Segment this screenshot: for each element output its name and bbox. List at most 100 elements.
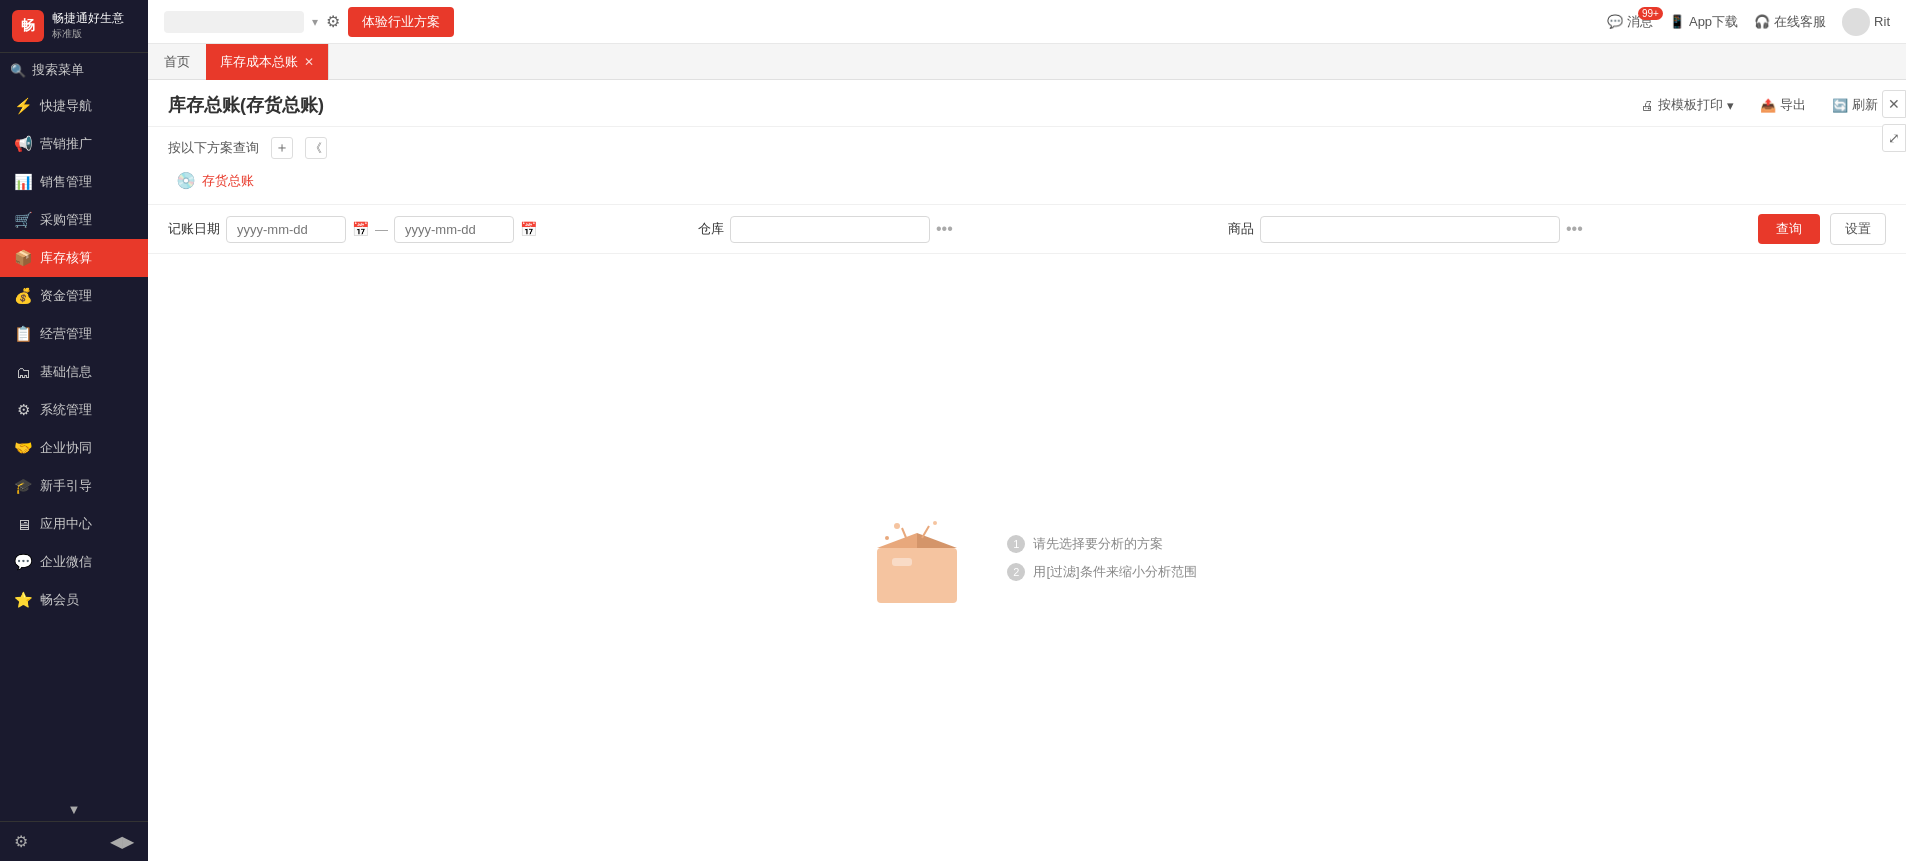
sidebar-item-basic[interactable]: 🗂 基础信息 [0, 353, 148, 391]
wechat-icon: 💬 [14, 553, 32, 571]
sidebar-item-purchase[interactable]: 🛒 采购管理 [0, 201, 148, 239]
date-label: 记账日期 [168, 220, 220, 238]
product-input[interactable] [1260, 216, 1560, 243]
expand-panel-btn[interactable]: ⤢ [1882, 124, 1906, 152]
date-from-calendar-icon[interactable]: 📅 [352, 221, 369, 237]
product-field-group: 商品 ••• [1228, 216, 1748, 243]
product-label: 商品 [1228, 220, 1254, 238]
sidebar-item-corp[interactable]: 🤝 企业协同 [0, 429, 148, 467]
phone-icon: 📱 [1669, 14, 1685, 29]
sidebar-item-label: 营销推广 [40, 135, 92, 153]
refresh-label: 刷新 [1852, 96, 1878, 114]
close-panel-btn[interactable]: ✕ [1882, 90, 1906, 118]
logo-text-block: 畅捷通好生意 标准版 [52, 11, 124, 41]
sidebar-item-label: 企业协同 [40, 439, 92, 457]
corp-icon: 🤝 [14, 439, 32, 457]
date-from-input[interactable] [226, 216, 346, 243]
user-menu[interactable]: Rit [1842, 8, 1890, 36]
online-service-action[interactable]: 🎧 在线客服 [1754, 13, 1826, 31]
filter-collapse-btn[interactable]: 《 [305, 137, 327, 159]
filter-schemes-row: 💿 存货总账 [168, 167, 1886, 194]
date-field-group: 记账日期 📅 — 📅 [168, 216, 688, 243]
tab-inventory-ledger[interactable]: 库存成本总账 ✕ [206, 44, 329, 80]
sidebar-item-label: 新手引导 [40, 477, 92, 495]
industry-btn[interactable]: 体验行业方案 [348, 7, 454, 37]
sidebar-item-finance[interactable]: 💰 资金管理 [0, 277, 148, 315]
chevron-down-icon[interactable]: ▾ [312, 15, 318, 29]
product-more-btn[interactable]: ••• [1566, 220, 1583, 238]
sidebar-item-label: 基础信息 [40, 363, 92, 381]
tab-home[interactable]: 首页 [148, 44, 206, 80]
warehouse-input[interactable] [730, 216, 930, 243]
empty-tips: 1 请先选择要分析的方案 2 用[过滤]条件来缩小分析范围 [1007, 535, 1196, 581]
warehouse-label: 仓库 [698, 220, 724, 238]
filter-top: 按以下方案查询 ＋ 《 [168, 137, 1886, 159]
svg-marker-1 [877, 533, 917, 548]
tab-label: 库存成本总账 [220, 53, 298, 71]
sidebar-item-apps[interactable]: 🖥 应用中心 [0, 505, 148, 543]
print-btn[interactable]: 🖨 按模板打印 ▾ [1633, 92, 1742, 118]
message-badge: 99+ [1638, 7, 1663, 20]
page-title: 库存总账(存货总账) [168, 93, 324, 117]
filter-add-btn[interactable]: ＋ [271, 137, 293, 159]
filter-scheme-item[interactable]: 💿 存货总账 [168, 167, 262, 194]
collapse-sidebar-btn[interactable]: ◀▶ [110, 832, 134, 851]
sidebar-item-label: 资金管理 [40, 287, 92, 305]
message-icon: 💬 [1607, 14, 1623, 29]
search-label: 搜索菜单 [32, 61, 84, 79]
operation-icon: 📋 [14, 325, 32, 343]
sidebar-item-marketing[interactable]: 📢 营销推广 [0, 125, 148, 163]
svg-point-7 [933, 521, 937, 525]
sidebar-nav: ⚡ 快捷导航 📢 营销推广 📊 销售管理 🛒 采购管理 📦 库存核算 💰 资金管… [0, 87, 148, 798]
filter-bar: 按以下方案查询 ＋ 《 💿 存货总账 [148, 127, 1906, 205]
sidebar-scroll-down[interactable]: ▼ [0, 798, 148, 821]
query-btn[interactable]: 查询 [1758, 214, 1820, 244]
sidebar-search-item[interactable]: 🔍 搜索菜单 [0, 53, 148, 87]
top-bar: ▾ ⚙ 体验行业方案 💬 消息 99+ 📱 App下载 🎧 在线客服 Rit [148, 0, 1906, 44]
sidebar-item-system[interactable]: ⚙ 系统管理 [0, 391, 148, 429]
refresh-btn[interactable]: 🔄 刷新 [1824, 92, 1886, 118]
empty-tip-1: 1 请先选择要分析的方案 [1007, 535, 1196, 553]
app-name: 畅捷通好生意 [52, 11, 124, 27]
marketing-icon: 📢 [14, 135, 32, 153]
app-download-action[interactable]: 📱 App下载 [1669, 13, 1738, 31]
sidebar-item-guide[interactable]: 🎓 新手引导 [0, 467, 148, 505]
tip-number-2: 2 [1007, 563, 1025, 581]
export-btn[interactable]: 📤 导出 [1752, 92, 1814, 118]
sidebar-item-shortcut[interactable]: ⚡ 快捷导航 [0, 87, 148, 125]
app-download-label: App下载 [1689, 13, 1738, 31]
sidebar-item-label: 快捷导航 [40, 97, 92, 115]
message-action[interactable]: 💬 消息 99+ [1607, 13, 1653, 31]
print-icon: 🖨 [1641, 98, 1654, 113]
settings-small-btn[interactable]: 设置 [1830, 213, 1886, 245]
svg-rect-3 [892, 558, 912, 566]
purchase-icon: 🛒 [14, 211, 32, 229]
date-separator: — [375, 222, 388, 237]
sidebar-item-wechat[interactable]: 💬 企业微信 [0, 543, 148, 581]
tab-close-btn[interactable]: ✕ [304, 55, 314, 69]
vip-icon: ⭐ [14, 591, 32, 609]
inventory-icon: 📦 [14, 249, 32, 267]
sidebar-item-operation[interactable]: 📋 经营管理 [0, 315, 148, 353]
topbar-settings-icon[interactable]: ⚙ [326, 12, 340, 31]
date-to-input[interactable] [394, 216, 514, 243]
date-to-calendar-icon[interactable]: 📅 [520, 221, 537, 237]
sidebar-footer: ⚙ ◀▶ [0, 821, 148, 861]
refresh-icon: 🔄 [1832, 98, 1848, 113]
fields-row: 记账日期 📅 — 📅 仓库 ••• 商品 ••• 查询 [148, 205, 1906, 254]
right-panel-controls: ✕ ⤢ [1882, 80, 1906, 152]
sidebar-item-inventory[interactable]: 📦 库存核算 [0, 239, 148, 277]
breadcrumb-input[interactable] [164, 11, 304, 33]
warehouse-more-btn[interactable]: ••• [936, 220, 953, 238]
guide-icon: 🎓 [14, 477, 32, 495]
sidebar-item-vip[interactable]: ⭐ 畅会员 [0, 581, 148, 619]
sidebar-item-sales[interactable]: 📊 销售管理 [0, 163, 148, 201]
scheme-icon: 💿 [176, 171, 196, 190]
svg-point-6 [894, 523, 900, 529]
svg-rect-0 [877, 548, 957, 603]
sidebar-item-label: 应用中心 [40, 515, 92, 533]
sidebar-item-label: 系统管理 [40, 401, 92, 419]
system-icon: ⚙ [14, 401, 32, 419]
settings-footer-btn[interactable]: ⚙ [14, 832, 28, 851]
export-icon: 📤 [1760, 98, 1776, 113]
